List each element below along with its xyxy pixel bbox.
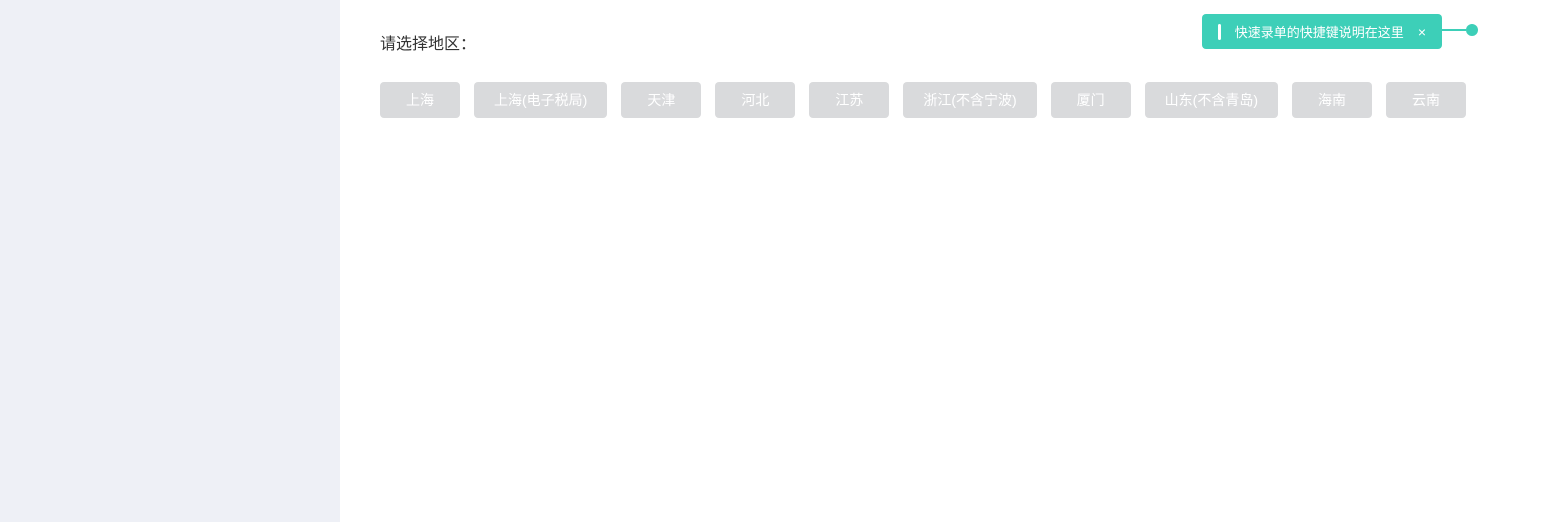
region-button-shanghai-etax[interactable]: 上海(电子税局)	[474, 82, 607, 118]
sidebar	[0, 0, 340, 522]
region-button-xiamen[interactable]: 厦门	[1051, 82, 1131, 118]
region-button-yunnan[interactable]: 云南	[1386, 82, 1466, 118]
region-button-shandong[interactable]: 山东(不含青岛)	[1145, 82, 1278, 118]
region-button-zhejiang[interactable]: 浙江(不含宁波)	[903, 82, 1036, 118]
tooltip-text: 快速录单的快捷键说明在这里	[1235, 22, 1404, 41]
main-content: 请选择地区： 上海上海(电子税局)天津河北江苏浙江(不含宁波)厦门山东(不含青岛…	[340, 0, 1562, 522]
tooltip-banner: 快速录单的快捷键说明在这里 ×	[1202, 14, 1442, 49]
region-button-jiangsu[interactable]: 江苏	[809, 82, 889, 118]
tooltip-line	[1442, 29, 1466, 31]
tooltip-close-button[interactable]: ×	[1418, 24, 1426, 40]
tooltip-dot	[1466, 24, 1478, 36]
region-button-hebei[interactable]: 河北	[715, 82, 795, 118]
region-buttons: 上海上海(电子税局) 天津河北江苏浙江(不含宁波) 厦门山东(不含青岛) 海南云南	[380, 82, 1522, 118]
region-button-tianjin[interactable]: 天津	[621, 82, 701, 118]
region-button-hainan[interactable]: 海南	[1292, 82, 1372, 118]
region-button-shanghai[interactable]: 上海	[380, 82, 460, 118]
